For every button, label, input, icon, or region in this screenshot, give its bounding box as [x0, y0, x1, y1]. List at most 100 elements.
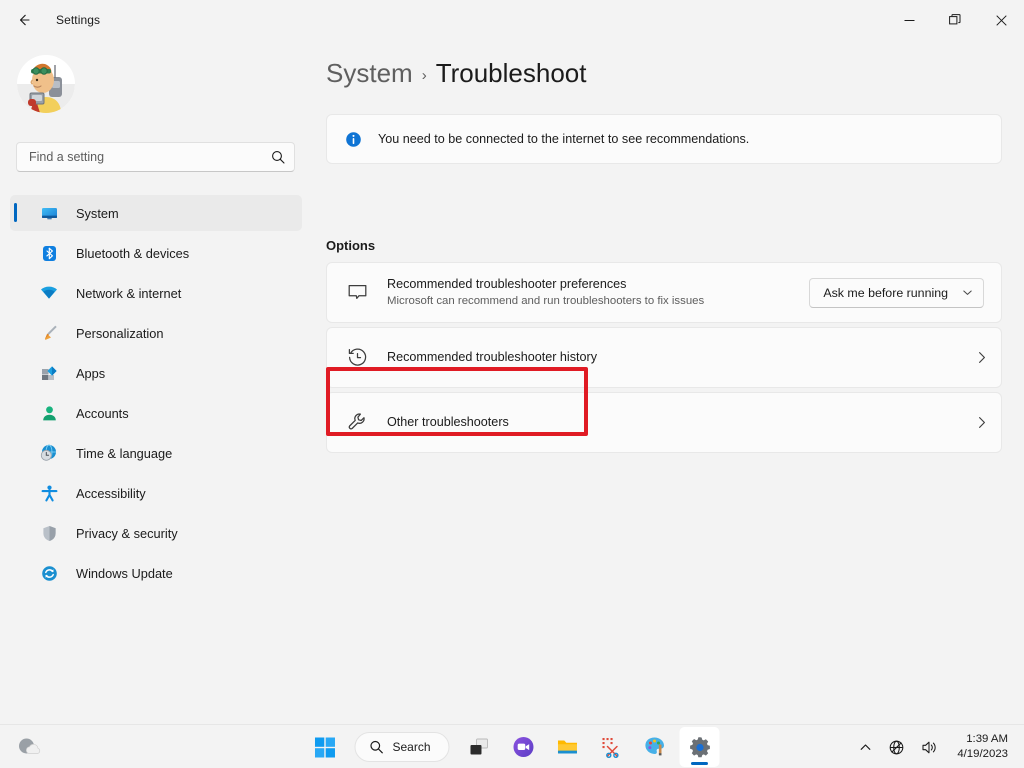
taskbar-app-file-explorer[interactable]	[548, 727, 588, 767]
maximize-button[interactable]	[932, 0, 978, 40]
file-explorer-icon	[558, 740, 578, 754]
card-recommended-troubleshooter-preferences[interactable]: Recommended troubleshooter preferences M…	[326, 262, 1002, 323]
sidebar-item-label: Time & language	[76, 445, 173, 461]
network-icon	[40, 284, 58, 302]
show-hidden-icons-button[interactable]	[852, 730, 879, 764]
card-title: Recommended troubleshooter preferences	[387, 276, 627, 291]
card-text: Recommended troubleshooter history	[387, 349, 961, 366]
chevron-down-icon	[963, 290, 972, 295]
snipping-tool-icon	[602, 738, 619, 758]
info-banner: You need to be connected to the internet…	[326, 114, 1002, 164]
sidebar-item-label: Accounts	[76, 405, 129, 421]
sidebar-item-windows-update[interactable]: Windows Update	[10, 555, 302, 591]
title-bar: Settings	[0, 0, 1024, 40]
info-icon	[346, 131, 361, 147]
accounts-icon	[40, 404, 58, 422]
network-disconnected-icon	[889, 740, 904, 754]
breadcrumb-separator: ›	[421, 67, 427, 84]
recommended-troubleshooter-preferences-dropdown[interactable]: Ask me before running	[809, 277, 984, 308]
time-language-icon	[40, 444, 58, 462]
minimize-icon	[904, 19, 914, 21]
history-icon	[343, 344, 371, 372]
sidebar-item-accessibility[interactable]: Accessibility	[10, 475, 302, 511]
taskbar-app-snipping-tool[interactable]	[592, 727, 632, 767]
sidebar-item-accounts[interactable]: Accounts	[10, 395, 302, 431]
card-other-troubleshooters[interactable]: Other troubleshooters	[326, 392, 1002, 453]
section-label-options: Options	[326, 238, 376, 253]
info-banner-text: You need to be connected to the internet…	[378, 132, 750, 146]
windows-start-icon	[314, 737, 335, 757]
sidebar-item-label: Accessibility	[76, 485, 146, 501]
clock-date: 4/19/2023	[957, 748, 1008, 760]
options-card-list: Recommended troubleshooter preferences M…	[326, 262, 1002, 457]
taskbar-app-paint[interactable]	[636, 727, 676, 767]
chevron-up-icon	[860, 743, 871, 750]
network-status-button[interactable]	[881, 730, 912, 764]
chat-icon	[513, 737, 534, 757]
sidebar-item-system[interactable]: System	[10, 195, 302, 231]
chevron-right-icon	[961, 351, 1001, 364]
privacy-icon	[40, 524, 58, 542]
card-recommended-troubleshooter-history[interactable]: Recommended troubleshooter history	[326, 327, 1002, 388]
sidebar-item-bluetooth-devices[interactable]: Bluetooth & devices	[10, 235, 302, 271]
search-input[interactable]	[29, 150, 271, 164]
clock-time: 1:39 AM	[966, 733, 1008, 746]
main-content: System › Troubleshoot You need to be con…	[320, 40, 1024, 724]
dropdown-selected-value: Ask me before running	[823, 285, 948, 300]
taskbar-search-button[interactable]: Search	[354, 732, 450, 762]
taskbar-clock[interactable]: 1:39 AM 4/19/2023	[947, 728, 1016, 766]
card-text: Recommended troubleshooter preferences M…	[387, 276, 809, 309]
search-icon	[272, 151, 285, 164]
chevron-right-icon	[961, 416, 1001, 429]
accessibility-icon	[40, 484, 58, 502]
window-title: Settings	[56, 13, 101, 27]
start-button[interactable]	[304, 727, 344, 767]
search-box[interactable]	[16, 142, 295, 172]
apps-icon	[40, 364, 58, 382]
sidebar-item-time-language[interactable]: Time & language	[10, 435, 302, 471]
taskbar-app-settings[interactable]	[679, 727, 720, 767]
breadcrumb-parent[interactable]: System	[326, 58, 413, 89]
system-tray: 1:39 AM 4/19/2023	[852, 725, 1016, 768]
sidebar-item-label: Privacy & security	[76, 525, 178, 541]
back-button[interactable]	[6, 4, 42, 36]
sidebar-item-label: Network & internet	[76, 285, 182, 301]
windows-update-icon	[40, 564, 58, 582]
sidebar-item-network-internet[interactable]: Network & internet	[10, 275, 302, 311]
avatar[interactable]	[17, 55, 75, 113]
breadcrumb: System › Troubleshoot	[326, 58, 586, 89]
sidebar-item-apps[interactable]: Apps	[10, 355, 302, 391]
taskbar-app-chat[interactable]	[504, 727, 544, 767]
sidebar: System Bluetooth & devices	[0, 40, 320, 724]
taskbar-search-label: Search	[392, 740, 431, 754]
restore-icon	[949, 14, 961, 25]
task-view-icon	[470, 738, 488, 755]
card-title: Recommended troubleshooter history	[387, 350, 598, 364]
minimize-button[interactable]	[886, 0, 932, 40]
taskbar-center-group: Search	[304, 725, 720, 768]
paint-icon	[645, 737, 665, 756]
sidebar-item-label: Windows Update	[76, 565, 173, 581]
volume-button[interactable]	[914, 730, 945, 764]
sidebar-item-privacy-security[interactable]: Privacy & security	[10, 515, 302, 551]
sidebar-item-label: Bluetooth & devices	[76, 245, 190, 261]
settings-window: Settings Find a setting System Bluetooth…	[0, 0, 1024, 768]
close-button[interactable]	[978, 0, 1024, 40]
weather-widgets-icon[interactable]	[8, 727, 48, 767]
card-text: Other troubleshooters	[387, 414, 961, 431]
taskbar: Search 1:39 AM 4/19/2023	[0, 724, 1024, 768]
user-avatar	[17, 55, 75, 113]
sidebar-item-label: Apps	[76, 365, 106, 381]
sidebar-nav: System Bluetooth & devices Network & int…	[10, 195, 302, 595]
feedback-bubble-icon	[343, 279, 371, 307]
volume-icon	[922, 741, 936, 753]
taskbar-app-task-view[interactable]	[460, 727, 500, 767]
sidebar-item-personalization[interactable]: Personalization	[10, 315, 302, 351]
wrench-icon	[343, 409, 371, 437]
personalization-icon	[40, 324, 58, 342]
bluetooth-icon	[40, 244, 58, 262]
search-icon	[370, 740, 383, 754]
page-title: Troubleshoot	[435, 58, 587, 88]
window-controls	[886, 0, 1024, 40]
close-icon	[995, 14, 1007, 26]
